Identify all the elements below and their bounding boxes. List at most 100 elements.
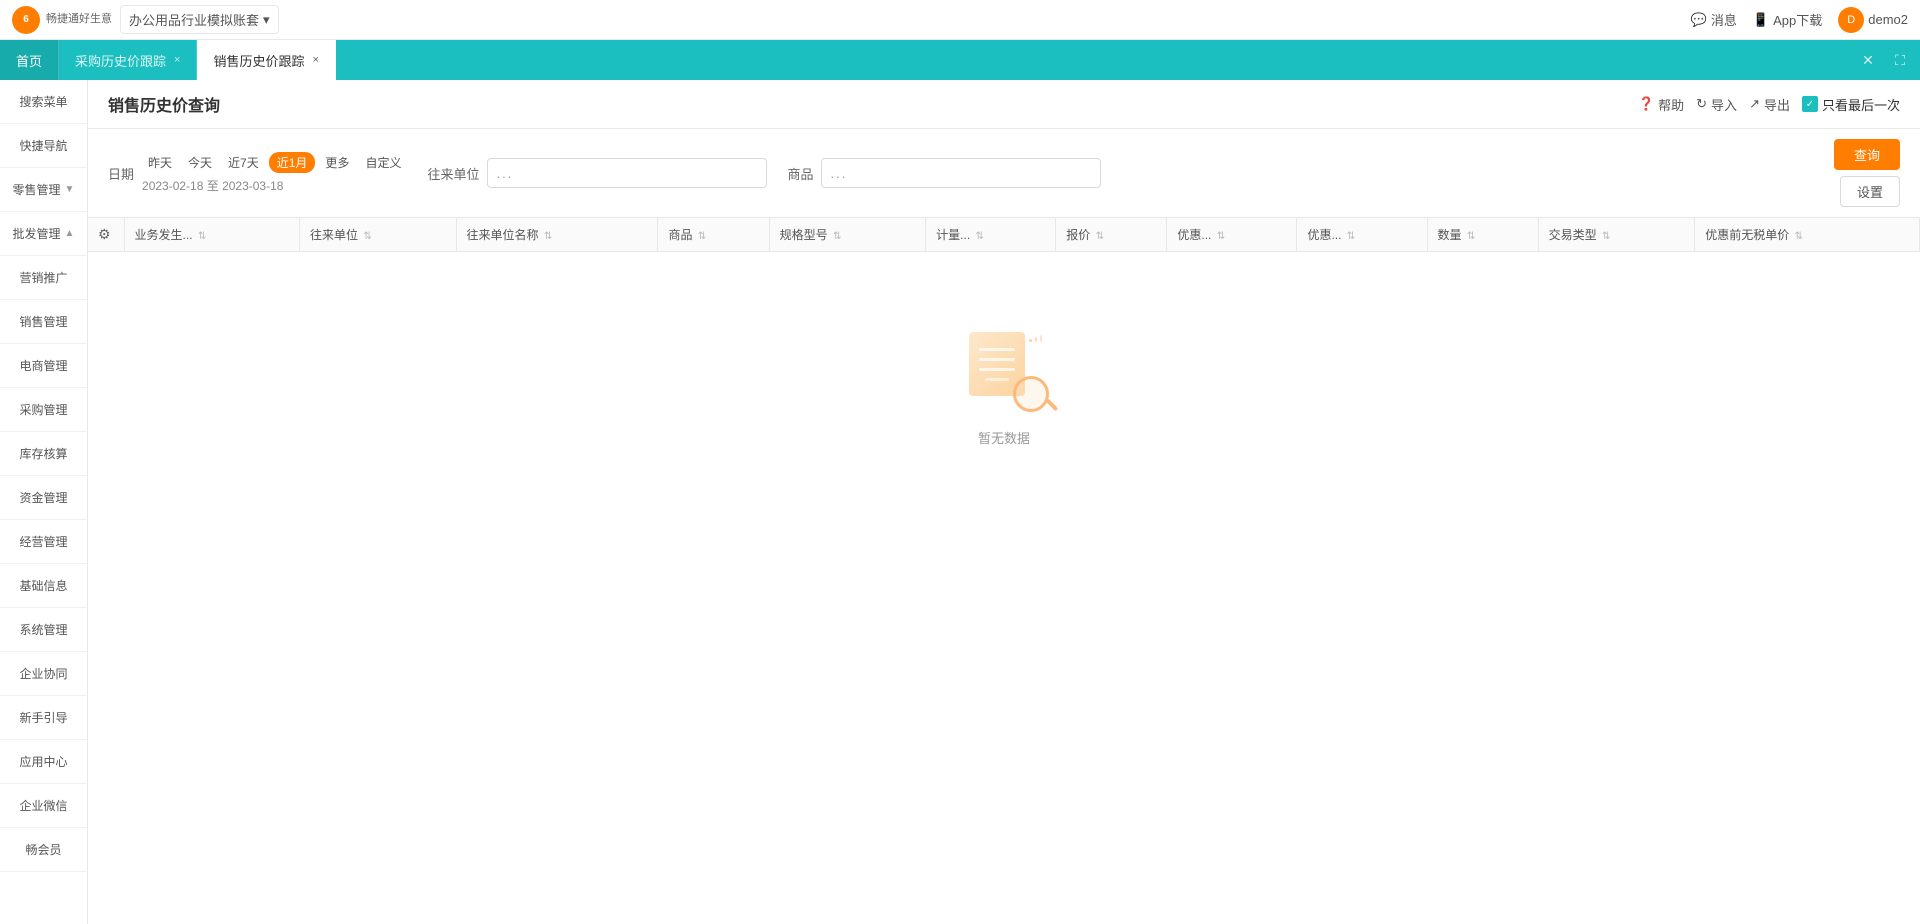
date-btn-1month[interactable]: 近1月 [269, 152, 316, 173]
tab-bar: 首页 采购历史价跟踪 × 销售历史价跟踪 × ✕ ⛶ [0, 40, 1920, 80]
sidebar-item-finance[interactable]: 资金管理 [0, 476, 87, 520]
tab-sales-label: 销售历史价跟踪 [213, 51, 304, 70]
help-icon: ❓ [1638, 96, 1654, 112]
sidebar-basicinfo-label: 基础信息 [19, 577, 67, 594]
export-btn[interactable]: ↗ 导出 [1749, 95, 1790, 114]
empty-illustration [959, 332, 1049, 412]
partner-filter-input[interactable]: ... [487, 158, 767, 188]
th-qty-label: 数量 [1438, 228, 1462, 242]
shine-dots [1029, 334, 1043, 342]
sidebar-item-operations[interactable]: 经营管理 [0, 520, 87, 564]
help-label: 帮助 [1658, 95, 1684, 114]
help-btn[interactable]: ❓ 帮助 [1638, 95, 1684, 114]
th-unit: 计量... ⇅ [926, 218, 1056, 252]
app-selector[interactable]: 办公用品行业模拟账套 ▾ [120, 5, 279, 34]
doc-line-3 [979, 368, 1015, 371]
settings-button[interactable]: 设置 [1840, 176, 1900, 207]
date-btn-more[interactable]: 更多 [319, 152, 355, 173]
sidebar-item-search[interactable]: 搜索菜单 [0, 80, 87, 124]
only-last-label: 只看最后一次 [1822, 95, 1900, 114]
th-gear: ⚙ [88, 218, 124, 252]
doc-line-2 [979, 358, 1015, 361]
tab-home[interactable]: 首页 [0, 40, 59, 80]
sidebar-item-quicknav[interactable]: 快捷导航 [0, 124, 87, 168]
magnifier-circle [1013, 376, 1049, 412]
app-name: 办公用品行业模拟账套 [129, 10, 259, 29]
import-btn[interactable]: ↻ 导入 [1696, 95, 1737, 114]
import-label: 导入 [1711, 95, 1737, 114]
sort-icon-partner[interactable]: ⇅ [363, 231, 371, 242]
sidebar-item-corpwechat[interactable]: 企业微信 [0, 784, 87, 828]
tab-purchase[interactable]: 采购历史价跟踪 × [59, 40, 197, 80]
sort-icon-unit[interactable]: ⇅ [976, 231, 984, 242]
page-header-actions: ❓ 帮助 ↻ 导入 ↗ 导出 ✓ 只看最后一次 [1638, 95, 1900, 114]
sort-icon-trxtype[interactable]: ⇅ [1602, 231, 1610, 242]
th-spec: 规格型号 ⇅ [769, 218, 926, 252]
sidebar-item-inventory[interactable]: 库存核算 [0, 432, 87, 476]
main-layout: 搜索菜单 快捷导航 零售管理 ▼ 批发管理 ▲ 营销推广 销售管理 电商管理 采… [0, 80, 1920, 924]
sidebar-item-purchase-mgmt[interactable]: 采购管理 [0, 388, 87, 432]
th-quotedprice: 报价 ⇅ [1056, 218, 1167, 252]
sidebar-item-marketing[interactable]: 营销推广 [0, 256, 87, 300]
window-maximize-btn[interactable]: ⛶ [1888, 48, 1912, 72]
empty-state: 暂无数据 [88, 252, 1920, 527]
sidebar-item-newguide[interactable]: 新手引导 [0, 696, 87, 740]
sidebar-newguide-label: 新手引导 [19, 709, 67, 726]
tab-sales-close[interactable]: × [312, 54, 318, 66]
sidebar-quicknav-label: 快捷导航 [19, 137, 67, 154]
app-download-label: App下载 [1773, 10, 1822, 29]
sidebar-wholesale-label: 批发管理 [13, 225, 61, 242]
sidebar-member-label: 畅会员 [25, 841, 61, 858]
tab-sales[interactable]: 销售历史价跟踪 × [197, 40, 335, 80]
user-menu[interactable]: D demo2 [1838, 7, 1908, 33]
filter-buttons: 查询 设置 [1834, 139, 1900, 207]
gear-settings-icon[interactable]: ⚙ [98, 226, 111, 242]
sidebar-corpwechat-label: 企业微信 [19, 797, 67, 814]
data-table: ⚙ 业务发生... ⇅ 往来单位 ⇅ 往来单位名称 ⇅ [88, 218, 1920, 252]
sidebar: 搜索菜单 快捷导航 零售管理 ▼ 批发管理 ▲ 营销推广 销售管理 电商管理 采… [0, 80, 88, 924]
tab-purchase-close[interactable]: × [174, 54, 180, 66]
th-partnername-label: 往来单位名称 [467, 228, 539, 242]
product-filter-input[interactable]: ... [821, 158, 1101, 188]
sort-icon-partnername[interactable]: ⇅ [544, 231, 552, 242]
sort-icon-bizdate[interactable]: ⇅ [198, 231, 206, 242]
sort-icon-quotedprice[interactable]: ⇅ [1096, 231, 1104, 242]
top-bar-left: 6 畅捷通好生意 办公用品行业模拟账套 ▾ [12, 5, 279, 34]
th-spec-label: 规格型号 [780, 228, 828, 242]
sort-icon-discount1[interactable]: ⇅ [1217, 231, 1225, 242]
sidebar-item-wholesale[interactable]: 批发管理 ▲ [0, 212, 87, 256]
sidebar-item-ecommerce[interactable]: 电商管理 [0, 344, 87, 388]
tab-purchase-label: 采购历史价跟踪 [75, 51, 166, 70]
date-btn-yesterday[interactable]: 昨天 [142, 152, 178, 173]
th-discount2-label: 优惠... [1307, 228, 1341, 242]
date-btn-7days[interactable]: 近7天 [222, 152, 265, 173]
page-header: 销售历史价查询 ❓ 帮助 ↻ 导入 ↗ 导出 ✓ 只看最后一次 [88, 80, 1920, 129]
date-btn-today[interactable]: 今天 [182, 152, 218, 173]
sidebar-item-system[interactable]: 系统管理 [0, 608, 87, 652]
only-last-checkbox[interactable]: ✓ 只看最后一次 [1802, 95, 1900, 114]
sort-icon-product[interactable]: ⇅ [698, 231, 706, 242]
sort-icon-spec[interactable]: ⇅ [833, 231, 841, 242]
th-discount1: 优惠... ⇅ [1167, 218, 1297, 252]
sort-icon-discount2[interactable]: ⇅ [1347, 231, 1355, 242]
th-notax-label: 优惠前无税单价 [1705, 228, 1789, 242]
sidebar-item-enterprise[interactable]: 企业协同 [0, 652, 87, 696]
sidebar-item-member[interactable]: 畅会员 [0, 828, 87, 872]
date-btn-custom[interactable]: 自定义 [359, 152, 407, 173]
sidebar-item-appcenter[interactable]: 应用中心 [0, 740, 87, 784]
sidebar-item-basicinfo[interactable]: 基础信息 [0, 564, 87, 608]
window-close-btn[interactable]: ✕ [1856, 48, 1880, 72]
sidebar-appcenter-label: 应用中心 [19, 753, 67, 770]
dot-2 [1035, 337, 1037, 342]
sidebar-item-retail[interactable]: 零售管理 ▼ [0, 168, 87, 212]
sidebar-system-label: 系统管理 [19, 621, 67, 638]
query-button[interactable]: 查询 [1834, 139, 1900, 170]
sort-icon-qty[interactable]: ⇅ [1467, 231, 1475, 242]
th-partnername: 往来单位名称 ⇅ [456, 218, 658, 252]
message-btn[interactable]: 💬 消息 [1691, 10, 1737, 29]
sort-icon-notax[interactable]: ⇅ [1795, 231, 1803, 242]
sidebar-item-sales-mgmt[interactable]: 销售管理 [0, 300, 87, 344]
product-filter-label: 商品 [787, 164, 813, 183]
tab-home-label: 首页 [16, 51, 42, 70]
app-download-btn[interactable]: 📱 App下载 [1753, 10, 1822, 29]
